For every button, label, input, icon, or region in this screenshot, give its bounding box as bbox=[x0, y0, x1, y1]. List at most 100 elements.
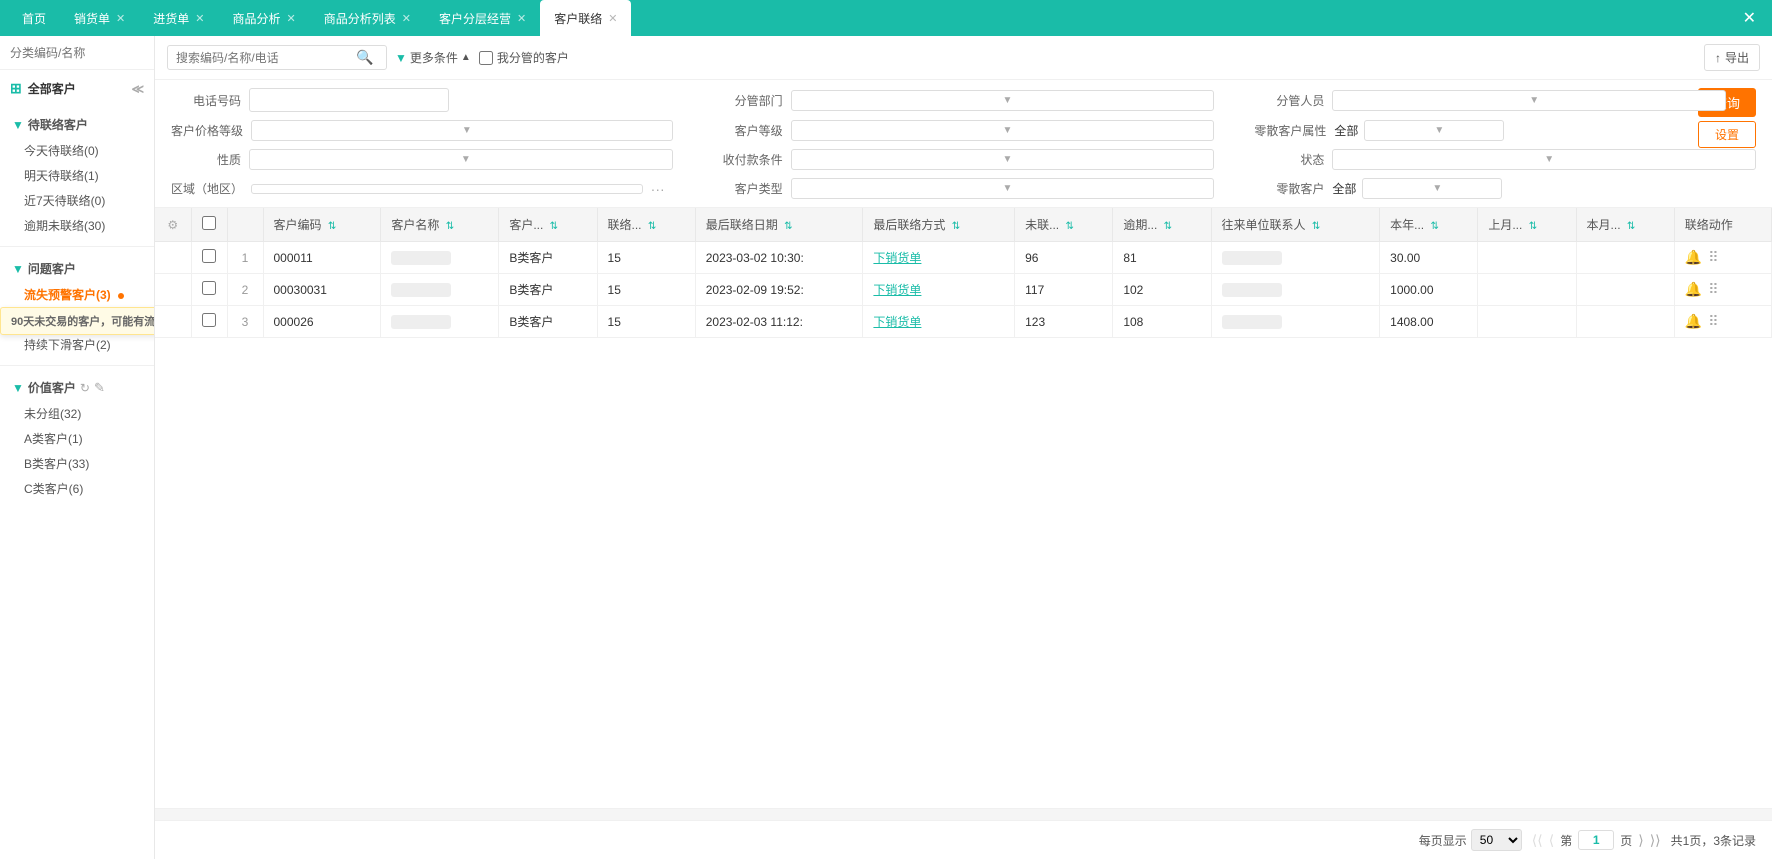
prev-page-button[interactable]: ⟨ bbox=[1549, 832, 1554, 849]
last-page-button[interactable]: ⟩⟩ bbox=[1650, 832, 1661, 849]
last-way-link-1[interactable]: 下销货单 bbox=[873, 283, 921, 297]
zero-attr-select[interactable]: ▼ bbox=[1364, 120, 1504, 141]
td-checkbox-2[interactable] bbox=[191, 306, 227, 338]
sidebar-item-tomorrow[interactable]: 明天待联络(1) bbox=[0, 163, 154, 188]
th-last-way[interactable]: 最后联络方式 ⇅ bbox=[863, 208, 1015, 242]
tab-purchase-close[interactable]: ✕ bbox=[195, 12, 204, 25]
search-button[interactable]: 🔍 bbox=[356, 49, 373, 66]
tab-home[interactable]: 首页 bbox=[8, 0, 60, 36]
tab-sales[interactable]: 销货单 ✕ bbox=[60, 0, 139, 36]
td-last-way-2[interactable]: 下销货单 bbox=[863, 306, 1015, 338]
sidebar-item-class-a[interactable]: A类客户(1) bbox=[0, 426, 154, 451]
sidebar-group-pending-title[interactable]: ▼ 待联络客户 bbox=[0, 111, 154, 138]
tab-customer-contact[interactable]: 客户联络 ✕ bbox=[540, 0, 631, 36]
th-name[interactable]: 客户名称 ⇅ bbox=[381, 208, 499, 242]
th-unit-contact[interactable]: 往来单位联系人 ⇅ bbox=[1211, 208, 1380, 242]
sidebar-item-churn-warning[interactable]: 流失预警客户(3) 90天未交易的客户，可能有流失风险。 bbox=[0, 282, 154, 307]
row-checkbox-2[interactable] bbox=[202, 313, 216, 327]
td-checkbox-1[interactable] bbox=[191, 274, 227, 306]
sidebar-group-problem-title[interactable]: ▼ 问题客户 bbox=[0, 255, 154, 282]
td-last-way-1[interactable]: 下销货单 bbox=[863, 274, 1015, 306]
window-close-button[interactable]: ✕ bbox=[1735, 8, 1764, 28]
th-code[interactable]: 客户编码 ⇅ bbox=[263, 208, 381, 242]
th-this-month[interactable]: 本月... ⇅ bbox=[1576, 208, 1674, 242]
th-this-year[interactable]: 本年... ⇅ bbox=[1380, 208, 1478, 242]
td-checkbox-0[interactable] bbox=[191, 242, 227, 274]
dept-select[interactable]: ▼ bbox=[791, 90, 1215, 111]
gear-icon[interactable]: ⚙ bbox=[167, 218, 178, 232]
settings-button[interactable]: 设置 bbox=[1698, 121, 1756, 148]
tab-purchase[interactable]: 进货单 ✕ bbox=[139, 0, 218, 36]
price-grade-select[interactable]: ▼ bbox=[251, 120, 673, 141]
last-way-link-0[interactable]: 下销货单 bbox=[873, 251, 921, 265]
divider-2 bbox=[0, 365, 154, 366]
phone-input[interactable] bbox=[249, 88, 449, 112]
action-more-icon-2[interactable]: ⠿ bbox=[1708, 313, 1718, 330]
tab-product-analysis[interactable]: 商品分析 ✕ bbox=[218, 0, 309, 36]
td-action-1: 🔔 ⠿ bbox=[1674, 274, 1771, 306]
sidebar-item-overdue[interactable]: 逾期未联络(30) bbox=[0, 213, 154, 238]
tab-customer-tier-close[interactable]: ✕ bbox=[517, 12, 526, 25]
page-input[interactable] bbox=[1578, 830, 1614, 850]
next-page-button[interactable]: ⟩ bbox=[1638, 832, 1643, 849]
nature-select[interactable]: ▼ bbox=[249, 149, 673, 170]
my-customers-checkbox[interactable] bbox=[479, 51, 493, 65]
row-checkbox-0[interactable] bbox=[202, 249, 216, 263]
search-input[interactable] bbox=[176, 51, 356, 65]
td-last-way-0[interactable]: 下销货单 bbox=[863, 242, 1015, 274]
action-more-icon-1[interactable]: ⠿ bbox=[1708, 281, 1718, 298]
sort-icon-type: ⇅ bbox=[550, 221, 558, 232]
customer-type-select[interactable]: ▼ bbox=[791, 178, 1215, 199]
td-unit-2 bbox=[1211, 306, 1380, 338]
th-gear[interactable]: ⚙ bbox=[155, 208, 191, 242]
payment-select[interactable]: ▼ bbox=[791, 149, 1215, 170]
sidebar-item-declining[interactable]: 持续下滑客户(2) bbox=[0, 332, 154, 357]
th-uncontact[interactable]: 未联... ⇅ bbox=[1015, 208, 1113, 242]
tab-customer-tier[interactable]: 客户分层经营 ✕ bbox=[425, 0, 540, 36]
sidebar-search-input[interactable] bbox=[10, 46, 155, 60]
sidebar-item-ungrouped[interactable]: 未分组(32) bbox=[0, 401, 154, 426]
region-ellipsis[interactable]: ··· bbox=[643, 181, 673, 197]
th-last-date[interactable]: 最后联络日期 ⇅ bbox=[695, 208, 863, 242]
th-num bbox=[227, 208, 263, 242]
sidebar-item-today[interactable]: 今天待联络(0) bbox=[0, 138, 154, 163]
per-page-select[interactable]: 50 100 bbox=[1471, 829, 1522, 851]
more-conditions-button[interactable]: ▼ 更多条件 ▲ bbox=[395, 49, 471, 66]
sidebar-group-value-title[interactable]: ▼ 价值客户 ↻ ✎ bbox=[0, 374, 154, 401]
sidebar-item-7days[interactable]: 近7天待联络(0) bbox=[0, 188, 154, 213]
value-edit-icon[interactable]: ✎ bbox=[94, 380, 105, 396]
th-contact[interactable]: 联络... ⇅ bbox=[597, 208, 695, 242]
table-scroll-x[interactable] bbox=[155, 808, 1772, 820]
tab-product-list[interactable]: 商品分析列表 ✕ bbox=[310, 0, 425, 36]
action-bell-icon-0[interactable]: 🔔 bbox=[1685, 249, 1702, 266]
select-all-checkbox[interactable] bbox=[202, 216, 216, 230]
tab-customer-contact-close[interactable]: ✕ bbox=[608, 12, 617, 25]
tab-product-analysis-close[interactable]: ✕ bbox=[287, 12, 296, 25]
all-customers-header[interactable]: ⊞ 全部客户 ≪ bbox=[0, 74, 154, 103]
action-bell-icon-2[interactable]: 🔔 bbox=[1685, 313, 1702, 330]
th-last-month[interactable]: 上月... ⇅ bbox=[1478, 208, 1576, 242]
th-overdue[interactable]: 逾期... ⇅ bbox=[1113, 208, 1211, 242]
action-bell-icon-1[interactable]: 🔔 bbox=[1685, 281, 1702, 298]
sidebar-item-class-b[interactable]: B类客户(33) bbox=[0, 451, 154, 476]
filter-row-4: 区域（地区） ··· 客户类型 ▼ 零散客户 全 bbox=[171, 178, 1756, 199]
row-checkbox-1[interactable] bbox=[202, 281, 216, 295]
last-way-link-2[interactable]: 下销货单 bbox=[873, 315, 921, 329]
tab-product-list-close[interactable]: ✕ bbox=[402, 12, 411, 25]
export-button[interactable]: ↑ 导出 bbox=[1704, 44, 1760, 71]
first-page-button[interactable]: ⟨⟨ bbox=[1532, 832, 1543, 849]
tab-sales-close[interactable]: ✕ bbox=[116, 12, 125, 25]
sidebar-item-class-c[interactable]: C类客户(6) bbox=[0, 476, 154, 501]
value-refresh-icon[interactable]: ↻ bbox=[80, 381, 90, 395]
sidebar-item-ungrouped-label: 未分组(32) bbox=[24, 407, 81, 421]
person-arrow: ▼ bbox=[1529, 95, 1717, 106]
my-customers-checkbox-label[interactable]: 我分管的客户 bbox=[479, 49, 569, 66]
zero-customer-select[interactable]: ▼ bbox=[1362, 178, 1502, 199]
th-type[interactable]: 客户... ⇅ bbox=[499, 208, 597, 242]
action-more-icon-0[interactable]: ⠿ bbox=[1708, 249, 1718, 266]
region-select[interactable] bbox=[251, 184, 643, 194]
customer-grade-select[interactable]: ▼ bbox=[791, 120, 1215, 141]
person-select[interactable]: ▼ bbox=[1332, 90, 1726, 111]
footer-total: 共1页，3条记录 bbox=[1671, 832, 1756, 849]
status-select[interactable]: ▼ bbox=[1332, 149, 1756, 170]
